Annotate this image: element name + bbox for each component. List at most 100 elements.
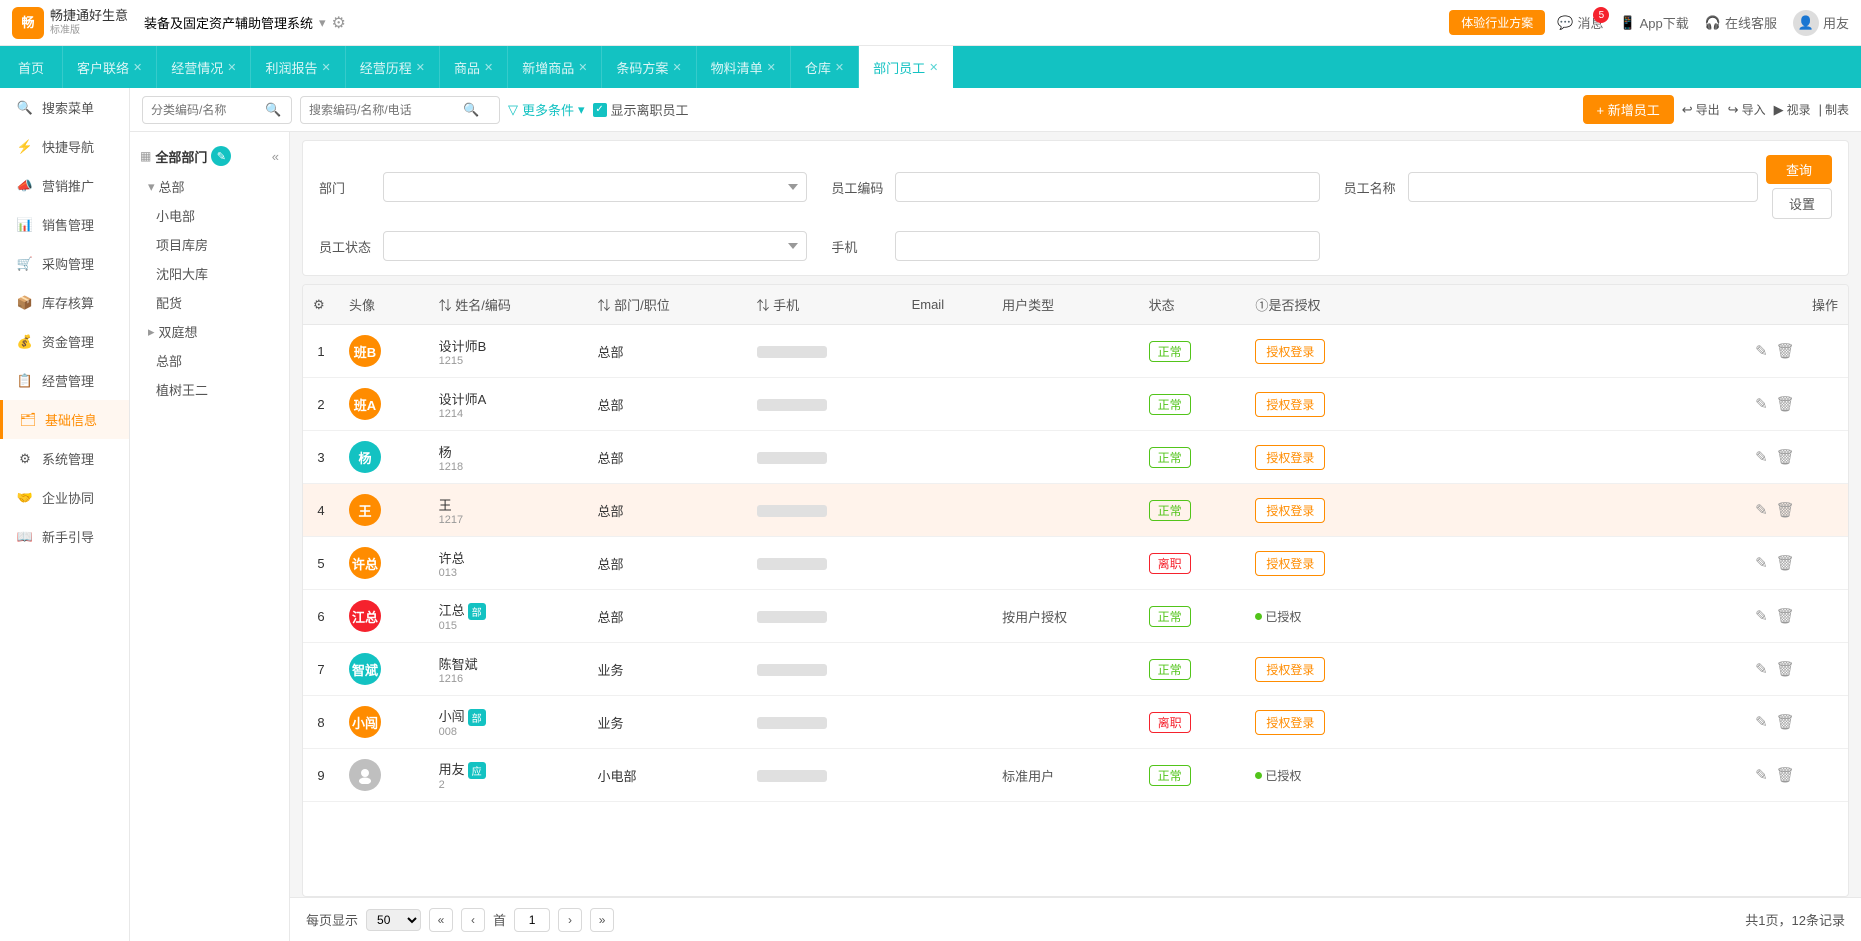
sidebar-item-marketing[interactable]: 📣 营销推广 — [0, 166, 129, 205]
dept-collapse-icon[interactable]: « — [272, 149, 279, 164]
dept-node-zongbu2[interactable]: 总部 — [138, 346, 289, 375]
edit-icon[interactable]: ✎ — [1755, 660, 1768, 678]
more-filter-btn[interactable]: ▽ 更多条件 ▾ — [508, 100, 585, 119]
sidebar-item-basic[interactable]: 🗂 基础信息 — [0, 400, 129, 439]
edit-icon[interactable]: ✎ — [1755, 766, 1768, 784]
delete-icon[interactable]: 🗑 — [1776, 448, 1795, 466]
col-name[interactable]: ⇅ 姓名/编码 — [429, 285, 588, 325]
print-button[interactable]: |制表 — [1819, 101, 1849, 118]
edit-icon[interactable]: ✎ — [1755, 554, 1768, 572]
import-button[interactable]: ↪导入 — [1728, 101, 1766, 118]
col-phone[interactable]: ⇅ 手机 — [747, 285, 902, 325]
delete-icon[interactable]: 🗑 — [1776, 501, 1795, 519]
prev-page-btn[interactable]: ‹ — [461, 908, 485, 932]
tab-history[interactable]: 经营历程 ✕ — [346, 46, 440, 88]
auth-button[interactable]: 授权登录 — [1255, 445, 1325, 470]
online-service-btn[interactable]: 🎧 在线客服 — [1705, 13, 1777, 32]
close-icon[interactable]: ✕ — [322, 61, 331, 74]
message-btn[interactable]: 💬 消息 5 — [1557, 13, 1603, 32]
tab-home[interactable]: 首页 — [0, 46, 63, 88]
close-icon[interactable]: ✕ — [484, 61, 493, 74]
dropdown-arrow-icon[interactable]: ▾ — [319, 15, 326, 31]
try-btn[interactable]: 体验行业方案 — [1449, 10, 1545, 35]
tab-profit[interactable]: 利润报告 ✕ — [251, 46, 345, 88]
close-icon[interactable]: ✕ — [929, 61, 938, 74]
sidebar-item-guide[interactable]: 📖 新手引导 — [0, 517, 129, 556]
auth-button[interactable]: 授权登录 — [1255, 339, 1325, 364]
view-button[interactable]: ▶视录 — [1774, 101, 1811, 118]
auth-button[interactable]: 授权登录 — [1255, 710, 1325, 735]
delete-icon[interactable]: 🗑 — [1776, 554, 1795, 572]
first-page-btn[interactable]: « — [429, 908, 453, 932]
show-inactive-checkbox[interactable]: ✓ 显示离职员工 — [593, 100, 689, 119]
col-settings[interactable]: ⚙ — [303, 285, 339, 325]
dept-node-xiangmukufang[interactable]: 项目库房 — [138, 230, 289, 259]
edit-icon[interactable]: ✎ — [1755, 501, 1768, 519]
edit-icon[interactable]: ✎ — [1755, 607, 1768, 625]
page-size-select[interactable]: 50 20 100 — [366, 909, 421, 931]
sidebar-item-system[interactable]: ⚙ 系统管理 — [0, 439, 129, 478]
dept-group-title-shuangtingxiang[interactable]: ▸ 双庭想 — [138, 317, 289, 346]
auth-button[interactable]: 授权登录 — [1255, 392, 1325, 417]
auth-button[interactable]: 授权登录 — [1255, 657, 1325, 682]
employee-search-input[interactable] — [309, 103, 459, 117]
close-icon[interactable]: ✕ — [767, 61, 776, 74]
emp-name-input[interactable] — [1408, 172, 1758, 202]
dept-edit-icon[interactable]: ✎ — [211, 146, 231, 166]
phone-input[interactable] — [895, 231, 1319, 261]
set-button[interactable]: 设置 — [1772, 188, 1832, 219]
all-dept-header[interactable]: ▦ 全部部门 ✎ « — [130, 140, 289, 172]
col-dept[interactable]: ⇅ 部门/职位 — [588, 285, 747, 325]
delete-icon[interactable]: 🗑 — [1776, 660, 1795, 678]
dept-group-title-zongbu[interactable]: ▾ 总部 — [138, 172, 289, 201]
auth-button[interactable]: 授权登录 — [1255, 551, 1325, 576]
edit-icon[interactable]: ✎ — [1755, 713, 1768, 731]
delete-icon[interactable]: 🗑 — [1776, 607, 1795, 625]
emp-status-select[interactable] — [383, 231, 807, 261]
dept-node-shenyangdaku[interactable]: 沈阳大库 — [138, 259, 289, 288]
dept-select[interactable] — [383, 172, 807, 202]
dept-node-xiaodibu[interactable]: 小电部 — [138, 201, 289, 230]
last-page-btn[interactable]: » — [590, 908, 614, 932]
sidebar-item-inventory[interactable]: 📦 库存核算 — [0, 283, 129, 322]
tab-goods[interactable]: 商品 ✕ — [440, 46, 508, 88]
emp-code-input[interactable] — [895, 172, 1319, 202]
close-icon[interactable]: ✕ — [578, 61, 587, 74]
dept-node-peihuo[interactable]: 配货 — [138, 288, 289, 317]
delete-icon[interactable]: 🗑 — [1776, 766, 1795, 784]
sidebar-item-management[interactable]: 📋 经营管理 — [0, 361, 129, 400]
tab-operation[interactable]: 经营情况 ✕ — [157, 46, 251, 88]
next-page-btn[interactable]: › — [558, 908, 582, 932]
delete-icon[interactable]: 🗑 — [1776, 713, 1795, 731]
app-download-btn[interactable]: 📱 App下载 — [1619, 13, 1688, 32]
close-icon[interactable]: ✕ — [227, 61, 236, 74]
delete-icon[interactable]: 🗑 — [1776, 395, 1795, 413]
sidebar-item-search[interactable]: 🔍 搜索菜单 — [0, 88, 129, 127]
sidebar-item-purchase[interactable]: 🛒 采购管理 — [0, 244, 129, 283]
tab-barcode[interactable]: 条码方案 ✕ — [602, 46, 696, 88]
tab-addgoods[interactable]: 新增商品 ✕ — [508, 46, 602, 88]
tab-customer[interactable]: 客户联络 ✕ — [63, 46, 157, 88]
settings-icon[interactable]: ⚙ — [332, 13, 346, 33]
sidebar-item-nav[interactable]: ⚡ 快捷导航 — [0, 127, 129, 166]
sidebar-item-finance[interactable]: 💰 资金管理 — [0, 322, 129, 361]
tab-department[interactable]: 部门员工 ✕ — [859, 46, 953, 88]
dept-node-zhishuwanger[interactable]: 植树王二 — [138, 375, 289, 404]
page-number-input[interactable] — [514, 908, 550, 932]
delete-icon[interactable]: 🗑 — [1776, 342, 1795, 360]
tab-bom[interactable]: 物料清单 ✕ — [697, 46, 791, 88]
close-icon[interactable]: ✕ — [835, 61, 844, 74]
close-icon[interactable]: ✕ — [133, 61, 142, 74]
close-icon[interactable]: ✕ — [672, 61, 681, 74]
auth-button[interactable]: 授权登录 — [1255, 498, 1325, 523]
sidebar-item-collab[interactable]: 🤝 企业协同 — [0, 478, 129, 517]
user-btn[interactable]: 👤 用友 — [1793, 10, 1849, 36]
edit-icon[interactable]: ✎ — [1755, 342, 1768, 360]
tab-warehouse[interactable]: 仓库 ✕ — [791, 46, 859, 88]
dept-search-input[interactable] — [151, 103, 261, 117]
query-button[interactable]: 查询 — [1766, 155, 1832, 184]
edit-icon[interactable]: ✎ — [1755, 395, 1768, 413]
add-employee-button[interactable]: + 新增员工 — [1583, 95, 1674, 124]
close-icon[interactable]: ✕ — [416, 61, 425, 74]
edit-icon[interactable]: ✎ — [1755, 448, 1768, 466]
